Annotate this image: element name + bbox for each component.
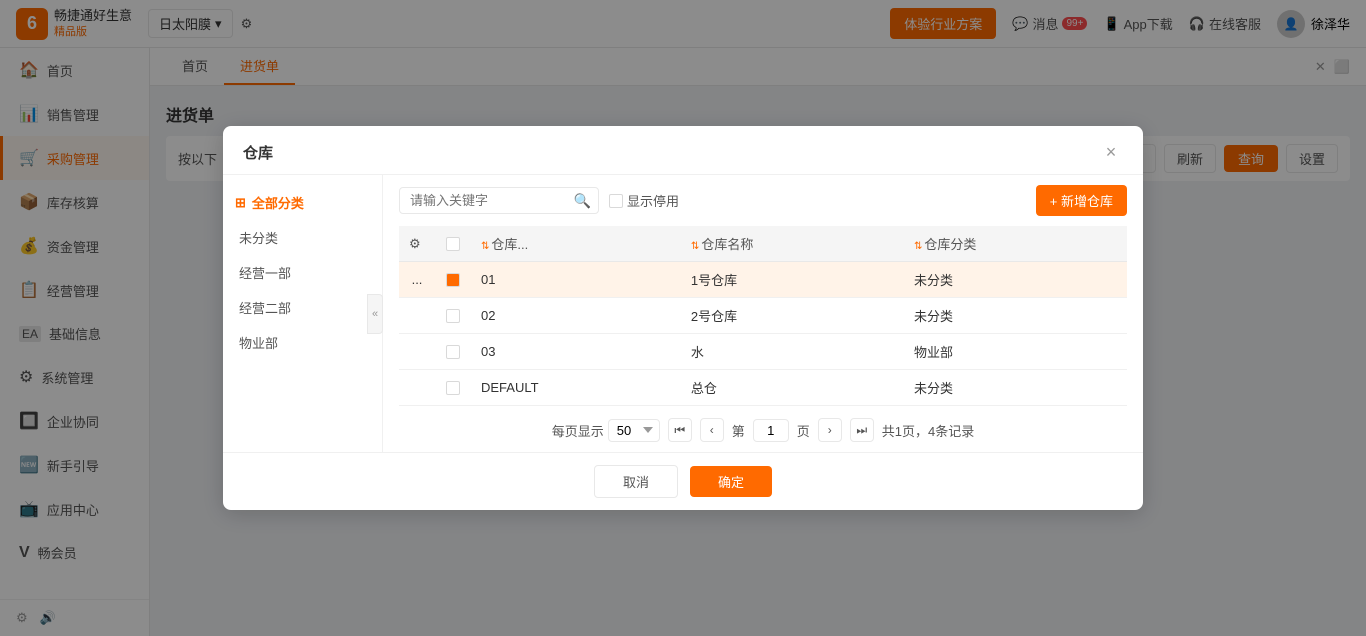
search-bar: 🔍 显示停用 + 新增仓库 [399, 185, 1127, 216]
modal-footer: 取消 确定 [223, 452, 1143, 510]
add-warehouse-btn[interactable]: + 新增仓库 [1036, 185, 1127, 216]
pagination: 每页显示 50 10 20 100 ⏮ ‹ 第 页 › ⏭ [399, 418, 1127, 442]
show-disabled-label: 显示停用 [627, 191, 679, 210]
last-page-btn[interactable]: ⏭ [850, 418, 874, 442]
prev-page-btn[interactable]: ‹ [700, 418, 724, 442]
sort-icon-name: ⇅ [691, 241, 699, 252]
table-header-row: ⚙ ⇅仓库... ⇅仓库名称 ⇅仓库分类 [399, 226, 1127, 262]
row-code: DEFAULT [471, 370, 681, 406]
modal-overlay: 仓库 × ⊞ 全部分类 未分类 经营一部 经营二部 物业部 « [0, 0, 1366, 636]
row-checkbox-cell[interactable] [435, 370, 471, 406]
row-name: 2号仓库 [681, 298, 904, 334]
next-page-btn[interactable]: › [818, 418, 842, 442]
row-name: 水 [681, 334, 904, 370]
row-category: 未分类 [904, 370, 1127, 406]
row-checkbox[interactable] [446, 345, 460, 359]
show-disabled-checkbox[interactable] [609, 194, 623, 208]
category-item-dept1[interactable]: 经营一部 [223, 255, 382, 290]
row-checkbox-cell[interactable] [435, 298, 471, 334]
grid-icon: ⊞ [235, 195, 246, 211]
select-all-checkbox[interactable] [446, 237, 460, 251]
search-icon[interactable]: 🔍 [574, 192, 591, 209]
category-item-uncategorized[interactable]: 未分类 [223, 220, 382, 255]
modal-close-button[interactable]: × [1099, 140, 1123, 164]
table-row[interactable]: DEFAULT 总仓 未分类 [399, 370, 1127, 406]
modal-body: ⊞ 全部分类 未分类 经营一部 经营二部 物业部 « 🔍 [223, 175, 1143, 452]
all-categories-header[interactable]: ⊞ 全部分类 [223, 185, 382, 220]
page-size-select: 每页显示 50 10 20 100 [552, 419, 660, 442]
row-actions [399, 298, 435, 334]
th-settings: ⚙ [399, 226, 435, 262]
cancel-button[interactable]: 取消 [594, 465, 678, 498]
row-actions [399, 334, 435, 370]
row-category: 物业部 [904, 334, 1127, 370]
warehouse-list-panel: 🔍 显示停用 + 新增仓库 ⚙ ⇅仓库... [383, 175, 1143, 452]
th-checkbox [435, 226, 471, 262]
category-item-property[interactable]: 物业部 [223, 325, 382, 360]
confirm-button[interactable]: 确定 [690, 466, 772, 497]
warehouse-modal: 仓库 × ⊞ 全部分类 未分类 经营一部 经营二部 物业部 « [223, 126, 1143, 510]
row-name: 总仓 [681, 370, 904, 406]
table-row[interactable]: 02 2号仓库 未分类 [399, 298, 1127, 334]
row-checkbox-cell[interactable] [435, 262, 471, 298]
row-checkbox[interactable] [446, 381, 460, 395]
row-name: 1号仓库 [681, 262, 904, 298]
category-item-dept2[interactable]: 经营二部 [223, 290, 382, 325]
th-warehouse-category: ⇅仓库分类 [904, 226, 1127, 262]
show-disabled-toggle[interactable]: 显示停用 [609, 191, 679, 210]
th-warehouse-code: ⇅仓库... [471, 226, 681, 262]
sort-icon-code: ⇅ [481, 241, 489, 252]
row-code: 02 [471, 298, 681, 334]
page-summary: 共1页，4条记录 [882, 421, 974, 440]
row-actions [399, 370, 435, 406]
search-input[interactable] [399, 187, 599, 214]
warehouse-table: ⚙ ⇅仓库... ⇅仓库名称 ⇅仓库分类 ... 01 1号仓库 未分类 [399, 226, 1127, 406]
row-checkbox-cell[interactable] [435, 334, 471, 370]
row-actions: ... [399, 262, 435, 298]
sort-icon-category: ⇅ [914, 241, 922, 252]
per-page-selector[interactable]: 50 10 20 100 [608, 419, 660, 442]
row-checkbox[interactable] [446, 273, 460, 287]
page-label: 第 [732, 421, 745, 440]
table-row[interactable]: 03 水 物业部 [399, 334, 1127, 370]
page-unit: 页 [797, 421, 810, 440]
first-page-btn[interactable]: ⏮ [668, 418, 692, 442]
gear-icon: ⚙ [409, 236, 421, 251]
table-row[interactable]: ... 01 1号仓库 未分类 [399, 262, 1127, 298]
row-checkbox[interactable] [446, 309, 460, 323]
category-panel: ⊞ 全部分类 未分类 经营一部 经营二部 物业部 « [223, 175, 383, 452]
row-code: 01 [471, 262, 681, 298]
search-input-wrap: 🔍 [399, 187, 599, 214]
row-code: 03 [471, 334, 681, 370]
all-categories-label: 全部分类 [252, 193, 304, 212]
modal-header: 仓库 × [223, 126, 1143, 175]
row-category: 未分类 [904, 298, 1127, 334]
modal-title: 仓库 [243, 142, 273, 163]
collapse-panel-btn[interactable]: « [367, 294, 383, 334]
per-page-label: 每页显示 [552, 421, 604, 440]
page-input[interactable] [753, 419, 789, 442]
row-category: 未分类 [904, 262, 1127, 298]
th-warehouse-name: ⇅仓库名称 [681, 226, 904, 262]
